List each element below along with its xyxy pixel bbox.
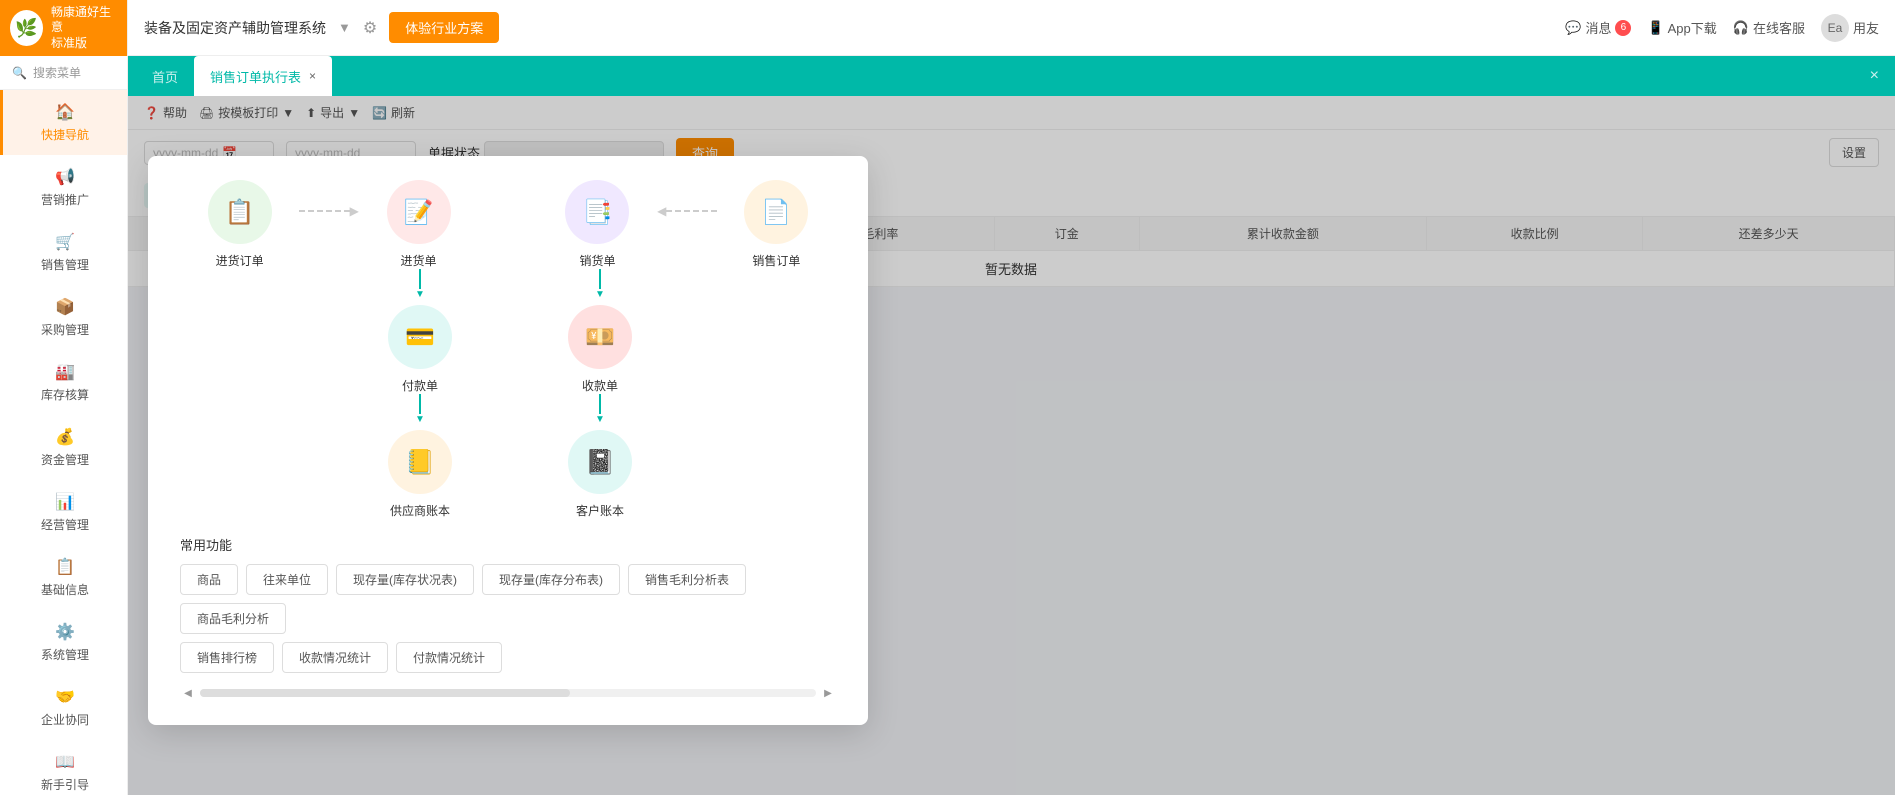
tab-close-icon[interactable]: × — [309, 69, 316, 83]
payment-bill-label: 付款单 — [402, 377, 438, 394]
logo-text: 畅康通好生意 标准版 — [51, 5, 117, 52]
scrollbar-track[interactable] — [200, 689, 816, 697]
sidebar-nav: 🏠 快捷导航 📢 营销推广 🛒 销售管理 📦 采购管理 🏭 库存核算 💰 — [0, 90, 127, 795]
close-all-icon[interactable]: × — [1870, 67, 1879, 85]
payment-bill-icon: 💳 — [388, 305, 452, 369]
sidebar-item-sales[interactable]: 🛒 销售管理 — [0, 220, 127, 285]
customer-ledger-icon: 📓 — [568, 430, 632, 494]
common-buttons-row2: 销售排行榜 收款情况统计 付款情况统计 — [180, 642, 836, 673]
inventory-icon: 🏭 — [55, 362, 75, 382]
purchase-order-icon: 📋 — [208, 180, 272, 244]
app-container: 🌿 畅康通好生意 标准版 🔍 搜索菜单 🏠 快捷导航 📢 营销推广 🛒 销售管理 — [0, 0, 1895, 795]
sale-order-label: 销售订单 — [752, 252, 800, 269]
common-buttons-row1: 商品 往来单位 现存量(库存状况表) 现存量(库存分布表) 销售毛利分析表 商品… — [180, 564, 836, 634]
settings-icon[interactable]: ⚙ — [363, 18, 377, 38]
scrollbar-thumb[interactable] — [200, 689, 570, 697]
btn-goods-gross[interactable]: 商品毛利分析 — [180, 603, 286, 634]
top-header: 装备及固定资产辅助管理系统 ▼ ⚙ 体验行业方案 💬 消息 6 📱 App下载 … — [128, 0, 1895, 56]
btn-sales-ranking[interactable]: 销售排行榜 — [180, 642, 274, 673]
supplier-ledger-label: 供应商账本 — [390, 502, 450, 519]
tab-sales-order-exec[interactable]: 销售订单执行表 × — [194, 56, 332, 96]
quick-nav-modal: 📋 进货订单 ▶ — [148, 156, 868, 725]
sidebar-item-marketing[interactable]: 📢 营销推广 — [0, 155, 127, 220]
flow-node-sale-order[interactable]: 📄 销售订单 — [717, 180, 836, 269]
marketing-icon: 📢 — [55, 167, 75, 187]
modal-scrollbar: ◀ ▶ — [180, 685, 836, 701]
btn-stock-status[interactable]: 现存量(库存状况表) — [336, 564, 474, 595]
header-right: 💬 消息 6 📱 App下载 🎧 在线客服 Ea 用友 — [1565, 14, 1879, 42]
finance-icon: 💰 — [55, 427, 75, 447]
content-area: ❓ 帮助 🖨 按模板打印 ▼ ⬆ 导出 ▼ 🔄 刷新 — [128, 96, 1895, 795]
service-icon: 🎧 — [1733, 20, 1749, 36]
app-download-button[interactable]: 📱 App下载 — [1647, 18, 1716, 37]
tab-bar: 首页 销售订单执行表 × × — [128, 56, 1895, 96]
purchase-bill-label: 进货单 — [401, 252, 437, 269]
avatar: Ea — [1821, 14, 1849, 42]
trial-button[interactable]: 体验行业方案 — [389, 12, 499, 43]
message-icon: 💬 — [1565, 20, 1581, 36]
online-service-button[interactable]: 🎧 在线客服 — [1733, 18, 1805, 37]
operation-icon: 📊 — [55, 492, 75, 512]
sidebar-item-enterprise[interactable]: 🤝 企业协同 — [0, 675, 127, 740]
receipt-bill-icon: 💴 — [568, 305, 632, 369]
purchase-bill-icon: 📝 — [387, 180, 451, 244]
btn-goods[interactable]: 商品 — [180, 564, 238, 595]
supplier-ledger-icon: 📒 — [388, 430, 452, 494]
sidebar-item-operation[interactable]: 📊 经营管理 — [0, 480, 127, 545]
sale-order-icon: 📄 — [744, 180, 808, 244]
basic-info-icon: 📋 — [55, 557, 75, 577]
receipt-bill-label: 收款单 — [582, 377, 618, 394]
modal-overlay[interactable]: 📋 进货订单 ▶ — [128, 96, 1895, 795]
flow-node-supplier-ledger[interactable]: 📒 供应商账本 — [360, 430, 480, 519]
download-icon: 📱 — [1647, 20, 1663, 36]
sys-mgmt-icon: ⚙️ — [55, 622, 75, 642]
btn-payment-stats[interactable]: 付款情况统计 — [396, 642, 502, 673]
btn-sales-gross[interactable]: 销售毛利分析表 — [628, 564, 746, 595]
scrollbar-right-btn[interactable]: ▶ — [820, 685, 836, 701]
message-button[interactable]: 💬 消息 6 — [1565, 18, 1631, 37]
flow-node-purchase-bill[interactable]: 📝 进货单 — [359, 180, 478, 269]
sidebar-item-inventory[interactable]: 🏭 库存核算 — [0, 350, 127, 415]
sidebar-item-sys-mgmt[interactable]: ⚙️ 系统管理 — [0, 610, 127, 675]
purchase-icon: 📦 — [55, 297, 75, 317]
sales-icon: 🛒 — [55, 232, 75, 252]
flow-node-sale-bill[interactable]: 📑 销货单 — [538, 180, 657, 269]
flow-node-receipt-bill[interactable]: 💴 收款单 — [540, 305, 660, 394]
flow-node-payment-bill[interactable]: 💳 付款单 — [360, 305, 480, 394]
sidebar-search[interactable]: 🔍 搜索菜单 — [0, 56, 127, 90]
tab-home[interactable]: 首页 — [136, 56, 194, 96]
sidebar-logo: 🌿 畅康通好生意 标准版 — [0, 0, 127, 56]
btn-partner[interactable]: 往来单位 — [246, 564, 328, 595]
btn-receipt-stats[interactable]: 收款情况统计 — [282, 642, 388, 673]
flow-node-purchase-order[interactable]: 📋 进货订单 — [180, 180, 299, 269]
sale-bill-icon: 📑 — [565, 180, 629, 244]
sidebar: 🌿 畅康通好生意 标准版 🔍 搜索菜单 🏠 快捷导航 📢 营销推广 🛒 销售管理 — [0, 0, 128, 795]
logo-icon: 🌿 — [10, 10, 43, 46]
sale-bill-label: 销货单 — [579, 252, 615, 269]
search-icon: 🔍 — [12, 66, 27, 80]
btn-stock-dist[interactable]: 现存量(库存分布表) — [482, 564, 620, 595]
sidebar-item-quick-nav[interactable]: 🏠 快捷导航 — [0, 90, 127, 155]
chevron-down-icon[interactable]: ▼ — [338, 20, 351, 35]
flow-node-customer-ledger[interactable]: 📓 客户账本 — [540, 430, 660, 519]
sidebar-item-purchase[interactable]: 📦 采购管理 — [0, 285, 127, 350]
home-icon: 🏠 — [55, 102, 75, 122]
system-title: 装备及固定资产辅助管理系统 — [144, 18, 326, 38]
sidebar-item-basic-info[interactable]: 📋 基础信息 — [0, 545, 127, 610]
newbie-icon: 📖 — [55, 752, 75, 772]
message-badge: 6 — [1615, 20, 1631, 36]
sidebar-item-finance[interactable]: 💰 资金管理 — [0, 415, 127, 480]
enterprise-icon: 🤝 — [55, 687, 75, 707]
flow-diagram: 📋 进货订单 ▶ — [180, 180, 836, 519]
common-functions-title: 常用功能 — [180, 535, 836, 554]
main: 装备及固定资产辅助管理系统 ▼ ⚙ 体验行业方案 💬 消息 6 📱 App下载 … — [128, 0, 1895, 795]
user-menu[interactable]: Ea 用友 — [1821, 14, 1879, 42]
scrollbar-left-btn[interactable]: ◀ — [180, 685, 196, 701]
sidebar-item-newbie[interactable]: 📖 新手引导 — [0, 740, 127, 795]
common-functions-section: 常用功能 商品 往来单位 现存量(库存状况表) 现存量(库存分布表) 销售毛利分… — [180, 535, 836, 673]
purchase-order-label: 进货订单 — [216, 252, 264, 269]
customer-ledger-label: 客户账本 — [576, 502, 624, 519]
